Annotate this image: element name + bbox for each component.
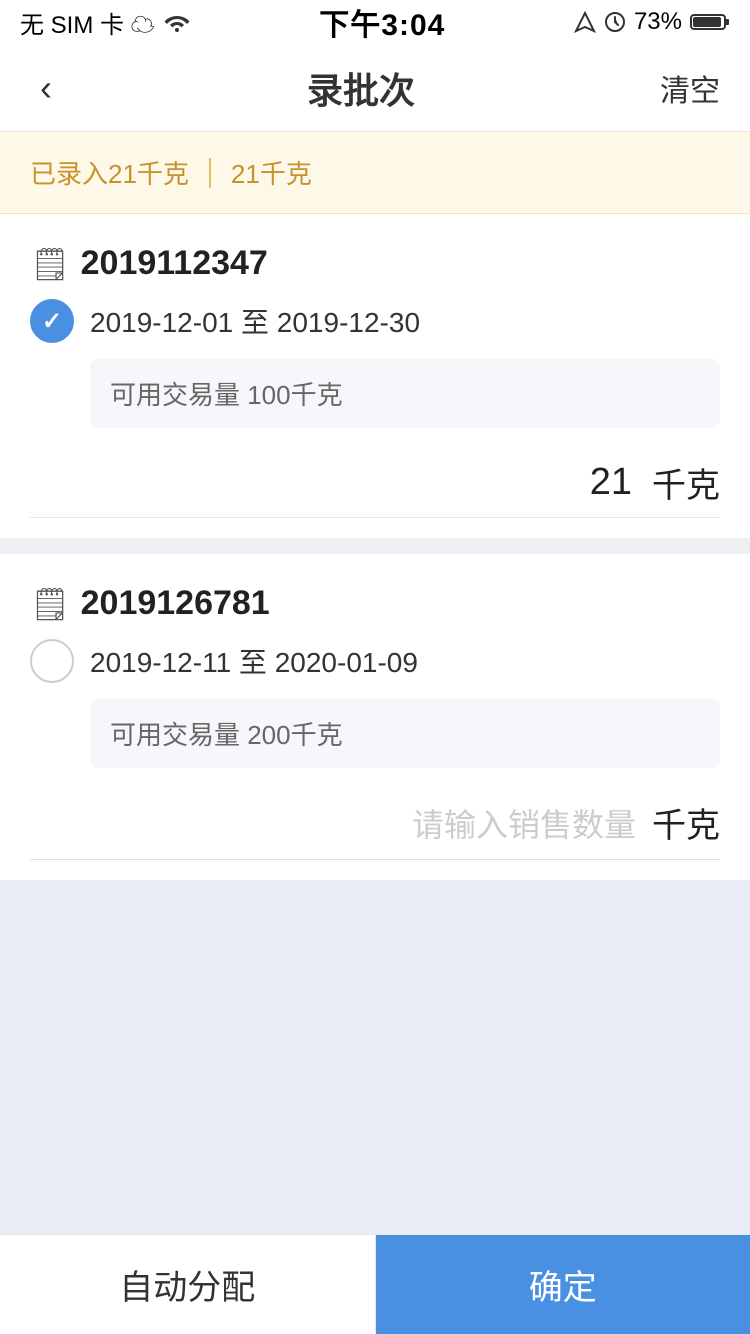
page-title: 录批次 xyxy=(307,62,415,114)
batch-number-2: 2019126781 xyxy=(81,584,270,623)
quantity-input-row-2[interactable]: 请输入销售数量 千克 xyxy=(30,778,720,860)
available-quantity-1: 可用交易量 100千克 xyxy=(90,359,720,428)
auto-assign-label: 自动分配 xyxy=(119,1260,255,1309)
location-icon xyxy=(574,11,596,33)
batch-radio-1[interactable]: ✓ xyxy=(30,299,74,343)
confirm-button[interactable]: 确定 xyxy=(376,1235,750,1334)
battery-text: 73% xyxy=(634,8,682,36)
batch-date-2: 2019-12-11 至 2020-01-09 xyxy=(90,641,418,681)
quantity-placeholder-2[interactable]: 请输入销售数量 xyxy=(30,800,636,846)
batch-item-2: 🗒 2019126781 2019-12-11 至 2020-01-09 可用交… xyxy=(0,554,750,880)
status-bar: 无 SIM 卡 ☁ 下午3:04 73% xyxy=(0,0,750,44)
batch-header-1: 🗒 2019112347 xyxy=(30,244,720,283)
info-label: 已录入21千克 xyxy=(30,154,189,191)
available-quantity-2: 可用交易量 200千克 xyxy=(90,699,720,768)
bottom-buttons: 自动分配 确定 xyxy=(0,1234,750,1334)
batch-icon-2: 🗒 xyxy=(30,585,71,623)
auto-assign-button[interactable]: 自动分配 xyxy=(0,1235,376,1334)
back-button[interactable]: ‹ xyxy=(30,57,62,119)
clear-button[interactable]: 清空 xyxy=(660,66,720,110)
quantity-value-1[interactable]: 21 xyxy=(590,461,632,504)
confirm-label: 确定 xyxy=(529,1260,597,1309)
sim-status: 无 SIM 卡 ☁ xyxy=(20,5,155,40)
quantity-unit-2: 千克 xyxy=(652,798,720,847)
status-right: 73% xyxy=(574,8,730,36)
info-divider xyxy=(209,158,211,188)
status-left: 无 SIM 卡 ☁ xyxy=(20,5,191,40)
status-time: 下午3:04 xyxy=(319,0,445,44)
battery-icon xyxy=(690,12,730,32)
batch-radio-2[interactable] xyxy=(30,639,74,683)
batch-item-1: 🗒 2019112347 ✓ 2019-12-01 至 2019-12-30 可… xyxy=(0,214,750,538)
batch-date-1: 2019-12-01 至 2019-12-30 xyxy=(90,301,420,341)
batch-date-row-2[interactable]: 2019-12-11 至 2020-01-09 xyxy=(30,639,720,683)
section-divider xyxy=(0,538,750,554)
info-bar: 已录入21千克 21千克 xyxy=(0,132,750,214)
wifi-icon xyxy=(163,12,191,32)
batch-header-2: 🗒 2019126781 xyxy=(30,584,720,623)
batch-date-row-1[interactable]: ✓ 2019-12-01 至 2019-12-30 xyxy=(30,299,720,343)
clock-icon xyxy=(604,11,626,33)
check-mark-1: ✓ xyxy=(42,307,62,336)
batch-icon-1: 🗒 xyxy=(30,245,71,283)
nav-bar: ‹ 录批次 清空 xyxy=(0,44,750,132)
quantity-unit-1: 千克 xyxy=(652,458,720,507)
batch-number-1: 2019112347 xyxy=(81,244,268,283)
info-value: 21千克 xyxy=(231,154,312,191)
quantity-row-1: 21 千克 xyxy=(30,438,720,518)
